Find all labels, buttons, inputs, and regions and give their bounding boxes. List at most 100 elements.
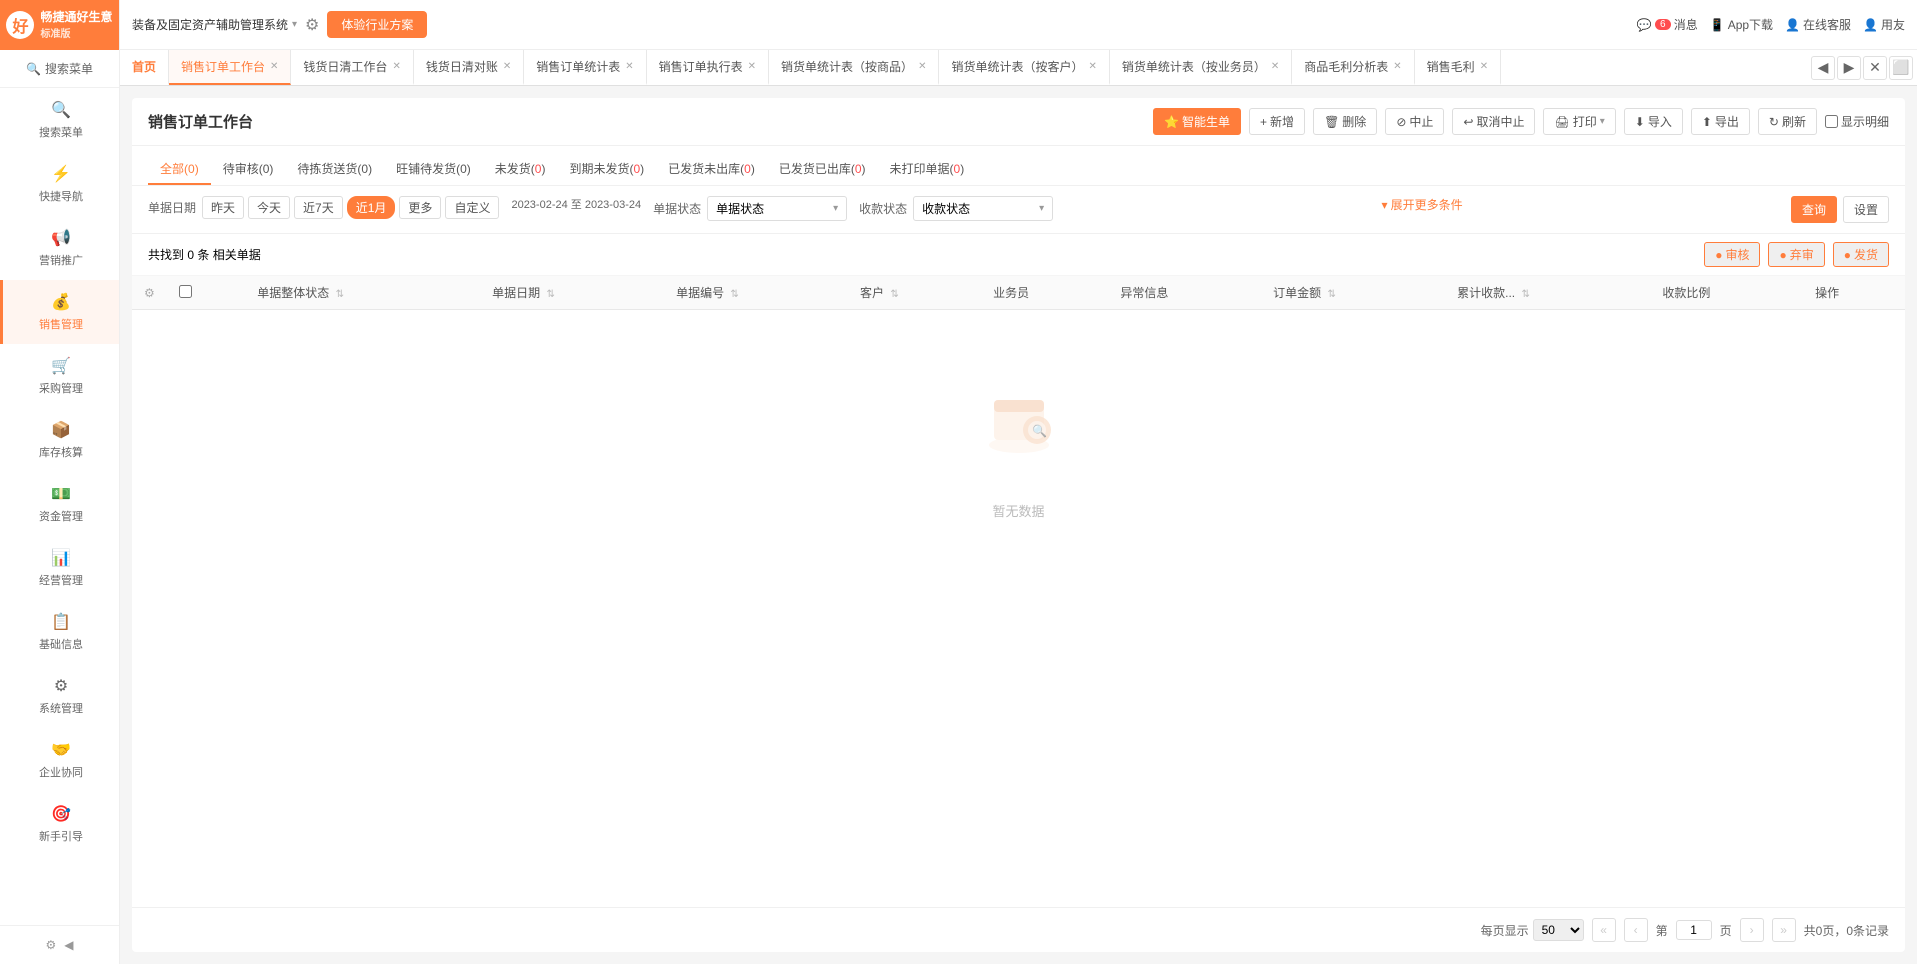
tab-close-sales-profit[interactable]: ✕ xyxy=(1480,61,1488,72)
page-last-btn[interactable]: » xyxy=(1772,918,1796,942)
sidebar-item-enterprise[interactable]: 🤝 企业协同 xyxy=(0,728,119,792)
tab-home[interactable]: 首页 xyxy=(120,50,169,85)
page-next-btn[interactable]: › xyxy=(1740,918,1764,942)
tab-next-btn[interactable]: ▶ xyxy=(1837,56,1861,80)
subtab-pending-inspect[interactable]: 待拣货送货(0) xyxy=(285,154,384,185)
sidebar-item-operations[interactable]: 📊 经营管理 xyxy=(0,536,119,600)
th-date[interactable]: 单据日期 ⇅ xyxy=(480,276,664,310)
tab-close-all-btn[interactable]: ✕ xyxy=(1863,56,1887,80)
th-collected[interactable]: 累计收款... ⇅ xyxy=(1445,276,1650,310)
subtab-all[interactable]: 全部(0) xyxy=(148,154,211,185)
sidebar-settings-icon[interactable]: ⚙ xyxy=(46,938,57,952)
smart-btn[interactable]: ⭐ 智能生单 xyxy=(1153,108,1241,135)
th-status[interactable]: 单据整体状态 ⇅ xyxy=(245,276,480,310)
export-btn[interactable]: ⬆ 导出 xyxy=(1691,108,1750,135)
date-btn-昨天[interactable]: 昨天 xyxy=(202,196,244,219)
subtab-overdue-not-shipped[interactable]: 到期未发货(0) xyxy=(557,154,656,185)
ship-btn[interactable]: ● 发货 xyxy=(1833,242,1889,267)
expand-btn[interactable]: ▾ 展开更多条件 xyxy=(1382,196,1463,213)
tab-sales-stats-customer[interactable]: 销货单统计表（按客户） ✕ xyxy=(939,50,1109,85)
tab-close-sales-stats-customer[interactable]: ✕ xyxy=(1088,61,1096,72)
tab-close-sales-exec[interactable]: ✕ xyxy=(748,61,756,72)
date-btn-近7天[interactable]: 近7天 xyxy=(294,196,343,219)
sidebar-item-system[interactable]: ⚙ 系统管理 xyxy=(0,664,119,728)
topbar-settings-icon[interactable]: ⚙ xyxy=(305,15,319,35)
delete-btn[interactable]: 🗑 删除 xyxy=(1313,108,1377,135)
empty-illustration: 🔍 xyxy=(969,370,1069,489)
tab-close-sales-workbench[interactable]: ✕ xyxy=(270,61,278,72)
tab-label-sales-stats-customer: 销货单统计表（按客户） xyxy=(951,58,1083,75)
app-title-dropdown[interactable]: 装备及固定资产辅助管理系统 ▾ xyxy=(132,16,297,33)
star-icon: ⭐ xyxy=(1164,115,1179,129)
tab-product-margin[interactable]: 商品毛利分析表✕ xyxy=(1292,50,1414,85)
refresh-btn[interactable]: ↻ 刷新 xyxy=(1758,108,1817,135)
tab-sales-exec[interactable]: 销售订单执行表✕ xyxy=(647,50,769,85)
select-all-checkbox[interactable] xyxy=(179,285,192,298)
sidebar-item-sales[interactable]: 💰 销售管理 xyxy=(0,280,119,344)
tab-cash-reconcile[interactable]: 钱货日清对账✕ xyxy=(414,50,524,85)
subtab-wangpu-pending[interactable]: 旺铺待发货(0) xyxy=(384,154,483,185)
cancel-review-btn[interactable]: ● 弃审 xyxy=(1768,242,1824,267)
filter-settings-btn[interactable]: 设置 xyxy=(1843,196,1889,223)
tab-sales-stats-product[interactable]: 销货单统计表（按商品）✕ xyxy=(769,50,939,85)
sidebar-item-quick-nav[interactable]: ⚡ 快捷导航 xyxy=(0,152,119,216)
sidebar-item-newbie[interactable]: 🎯 新手引导 xyxy=(0,792,119,856)
page-first-btn[interactable]: « xyxy=(1592,918,1616,942)
tab-close-cash-reconcile[interactable]: ✕ xyxy=(503,61,511,72)
date-btn-更多[interactable]: 更多 xyxy=(399,196,441,219)
subtab-pending-review[interactable]: 待审核(0) xyxy=(211,154,286,185)
add-btn[interactable]: + 新增 xyxy=(1249,108,1305,135)
sidebar-item-basic-info[interactable]: 📋 基础信息 xyxy=(0,600,119,664)
subtab-not-printed[interactable]: 未打印单据(0) xyxy=(878,154,977,185)
tab-sales-stats-staff[interactable]: 销货单统计表（按业务员）✕ xyxy=(1110,50,1292,85)
sidebar-item-inventory[interactable]: 📦 库存核算 xyxy=(0,408,119,472)
cancel-stop-btn[interactable]: ↩ 取消中止 xyxy=(1452,108,1535,135)
total-info: 共0页，0条记录 xyxy=(1804,922,1889,939)
experience-btn[interactable]: 体验行业方案 xyxy=(327,11,427,38)
th-amount[interactable]: 订单金额 ⇅ xyxy=(1261,276,1445,310)
th-number[interactable]: 单据编号 ⇅ xyxy=(664,276,848,310)
page-size-dropdown[interactable]: 20 50 100 xyxy=(1533,919,1584,941)
date-btn-近1月[interactable]: 近1月 xyxy=(347,196,396,219)
sidebar-search[interactable]: 🔍 搜索菜单 xyxy=(0,50,119,88)
tab-maximize-btn[interactable]: ⬜ xyxy=(1889,56,1913,80)
subtab-shipped-not-in[interactable]: 已发货未出库(0) xyxy=(656,154,767,185)
date-btn-自定义[interactable]: 自定义 xyxy=(445,196,499,219)
date-btn-今天[interactable]: 今天 xyxy=(248,196,290,219)
status-filter-select[interactable]: 单据状态 ▾ xyxy=(707,196,847,221)
app-download-btn[interactable]: 📱 App下载 xyxy=(1710,16,1773,33)
print-btn[interactable]: 🖨 打印 ▾ xyxy=(1543,108,1615,135)
show-detail-toggle[interactable]: 显示明细 xyxy=(1825,113,1889,130)
sidebar-collapse-icon[interactable]: ◀ xyxy=(64,938,73,952)
user-menu[interactable]: 👤 用友 xyxy=(1863,16,1905,33)
subtab-shipped-out[interactable]: 已发货已出库(0) xyxy=(767,154,878,185)
sidebar-item-search[interactable]: 🔍 搜索菜单 xyxy=(0,88,119,152)
tab-close-product-margin[interactable]: ✕ xyxy=(1393,61,1401,72)
sidebar-item-finance[interactable]: 💵 资金管理 xyxy=(0,472,119,536)
page-input[interactable] xyxy=(1676,920,1712,940)
service-icon: 👤 xyxy=(1785,18,1800,32)
stop-btn[interactable]: ⊘ 中止 xyxy=(1385,108,1444,135)
page-prev-btn[interactable]: ‹ xyxy=(1624,918,1648,942)
tab-close-sales-stats[interactable]: ✕ xyxy=(625,61,633,72)
subtab-not-shipped[interactable]: 未发货(0) xyxy=(483,154,558,185)
table-settings-col[interactable]: ⚙ xyxy=(132,276,167,310)
sidebar-item-marketing[interactable]: 📢 营销推广 xyxy=(0,216,119,280)
message-btn[interactable]: 💬 6 消息 xyxy=(1637,16,1698,33)
sidebar-item-purchase[interactable]: 🛒 采购管理 xyxy=(0,344,119,408)
payment-filter-select[interactable]: 收款状态 ▾ xyxy=(913,196,1053,221)
review-btn[interactable]: ● 审核 xyxy=(1704,242,1760,267)
tab-close-sales-stats-staff[interactable]: ✕ xyxy=(1271,61,1279,72)
tab-sales-stats[interactable]: 销售订单统计表✕ xyxy=(524,50,646,85)
query-btn[interactable]: 查询 xyxy=(1791,196,1837,223)
tab-close-cash-daily[interactable]: ✕ xyxy=(392,61,400,72)
th-customer[interactable]: 客户 ⇅ xyxy=(848,276,981,310)
import-btn[interactable]: ⬇ 导入 xyxy=(1624,108,1683,135)
online-service-btn[interactable]: 👤 在线客服 xyxy=(1785,16,1851,33)
tab-sales-profit[interactable]: 销售毛利✕ xyxy=(1415,50,1501,85)
tab-close-sales-stats-product[interactable]: ✕ xyxy=(918,61,926,72)
tab-prev-btn[interactable]: ◀ xyxy=(1811,56,1835,80)
tab-sales-workbench[interactable]: 销售订单工作台✕ xyxy=(169,50,291,85)
show-detail-checkbox[interactable] xyxy=(1825,115,1838,128)
tab-cash-daily[interactable]: 钱货日清工作台✕ xyxy=(291,50,413,85)
